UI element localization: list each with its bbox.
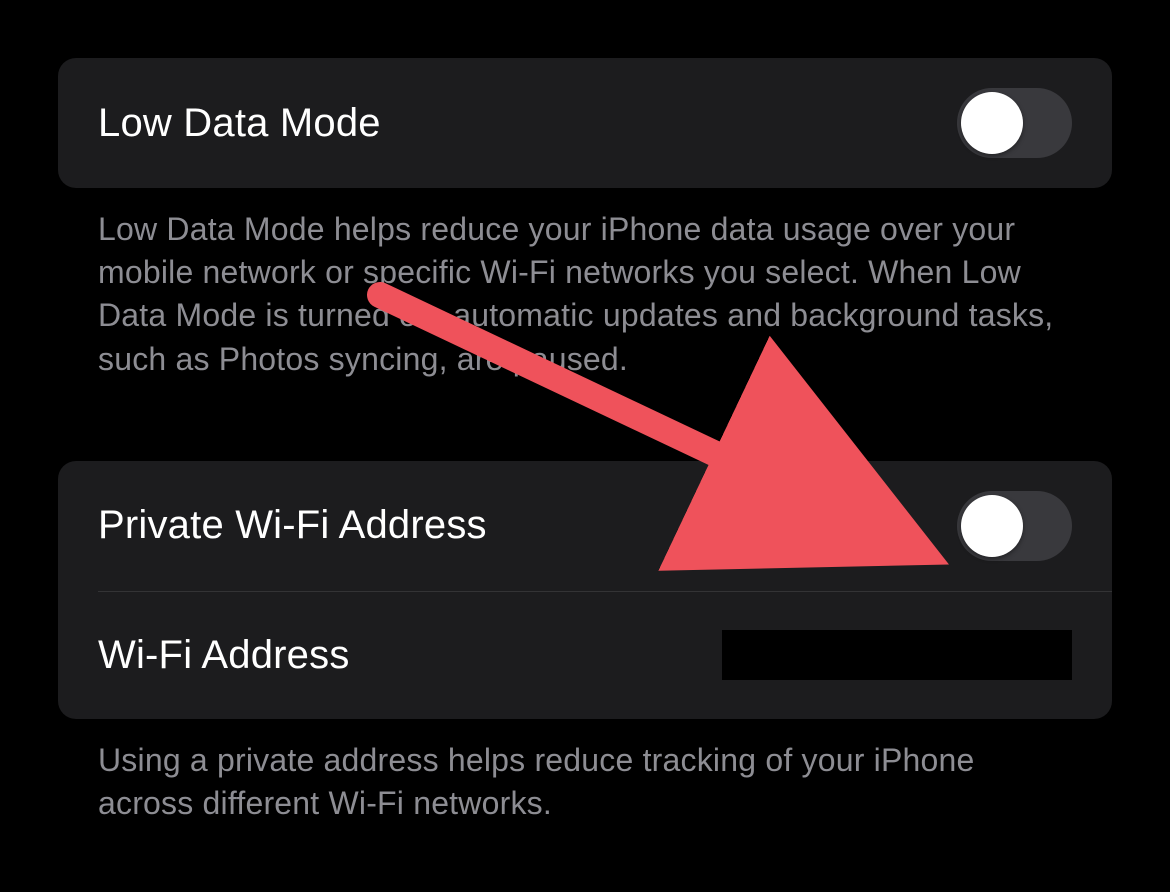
row-private-wifi-address[interactable]: Private Wi-Fi Address: [58, 461, 1112, 591]
low-data-mode-toggle[interactable]: [957, 88, 1072, 158]
section-wifi-address: Private Wi-Fi Address Wi-Fi Address: [58, 461, 1112, 719]
section-low-data-mode: Low Data Mode: [58, 58, 1112, 188]
private-wifi-address-label: Private Wi-Fi Address: [98, 503, 487, 548]
row-wifi-address[interactable]: Wi-Fi Address: [98, 591, 1112, 719]
section-gap: [58, 381, 1112, 461]
settings-screen: Low Data Mode Low Data Mode helps reduce…: [0, 0, 1170, 825]
wifi-address-value-redacted: [722, 630, 1072, 680]
wifi-address-label: Wi-Fi Address: [98, 633, 350, 678]
toggle-knob-icon: [961, 495, 1023, 557]
low-data-mode-label: Low Data Mode: [98, 101, 381, 146]
private-wifi-address-footer: Using a private address helps reduce tra…: [58, 719, 1112, 825]
private-wifi-address-toggle[interactable]: [957, 491, 1072, 561]
low-data-mode-footer: Low Data Mode helps reduce your iPhone d…: [58, 188, 1112, 381]
toggle-knob-icon: [961, 92, 1023, 154]
row-low-data-mode[interactable]: Low Data Mode: [58, 58, 1112, 188]
